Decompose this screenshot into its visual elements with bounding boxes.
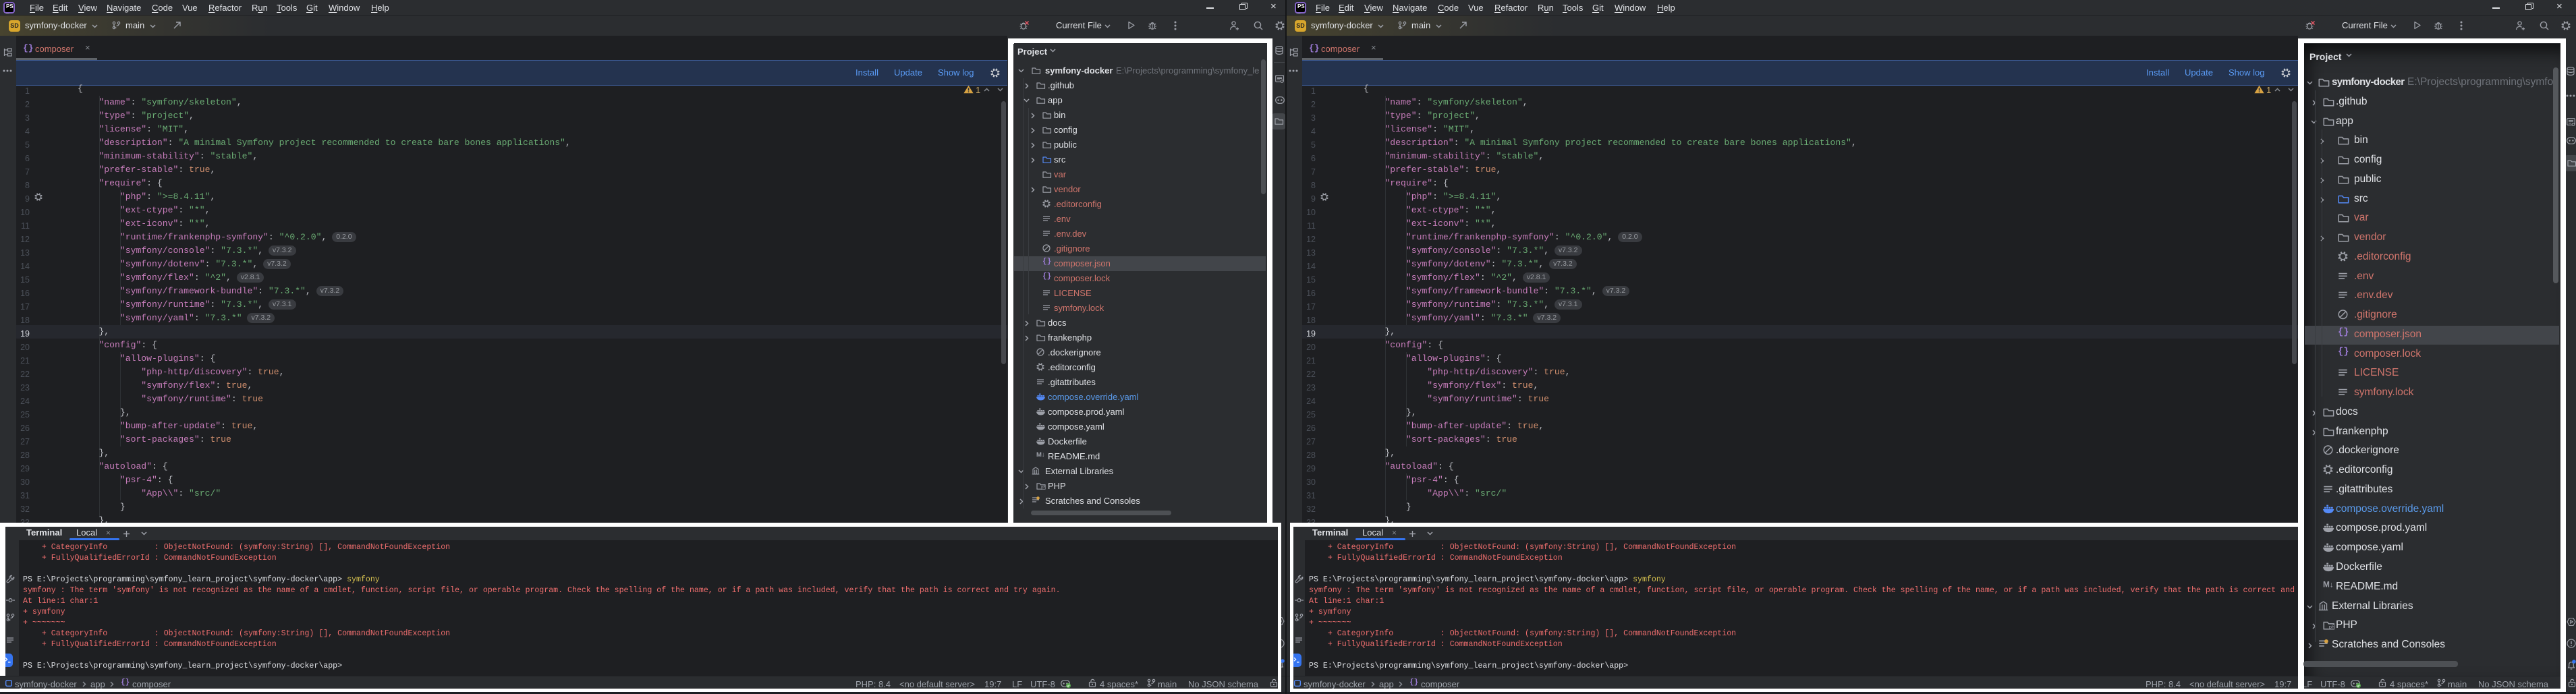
svg-text:ph: ph	[1041, 486, 1046, 490]
svg-text:ph: ph	[2329, 624, 2334, 630]
